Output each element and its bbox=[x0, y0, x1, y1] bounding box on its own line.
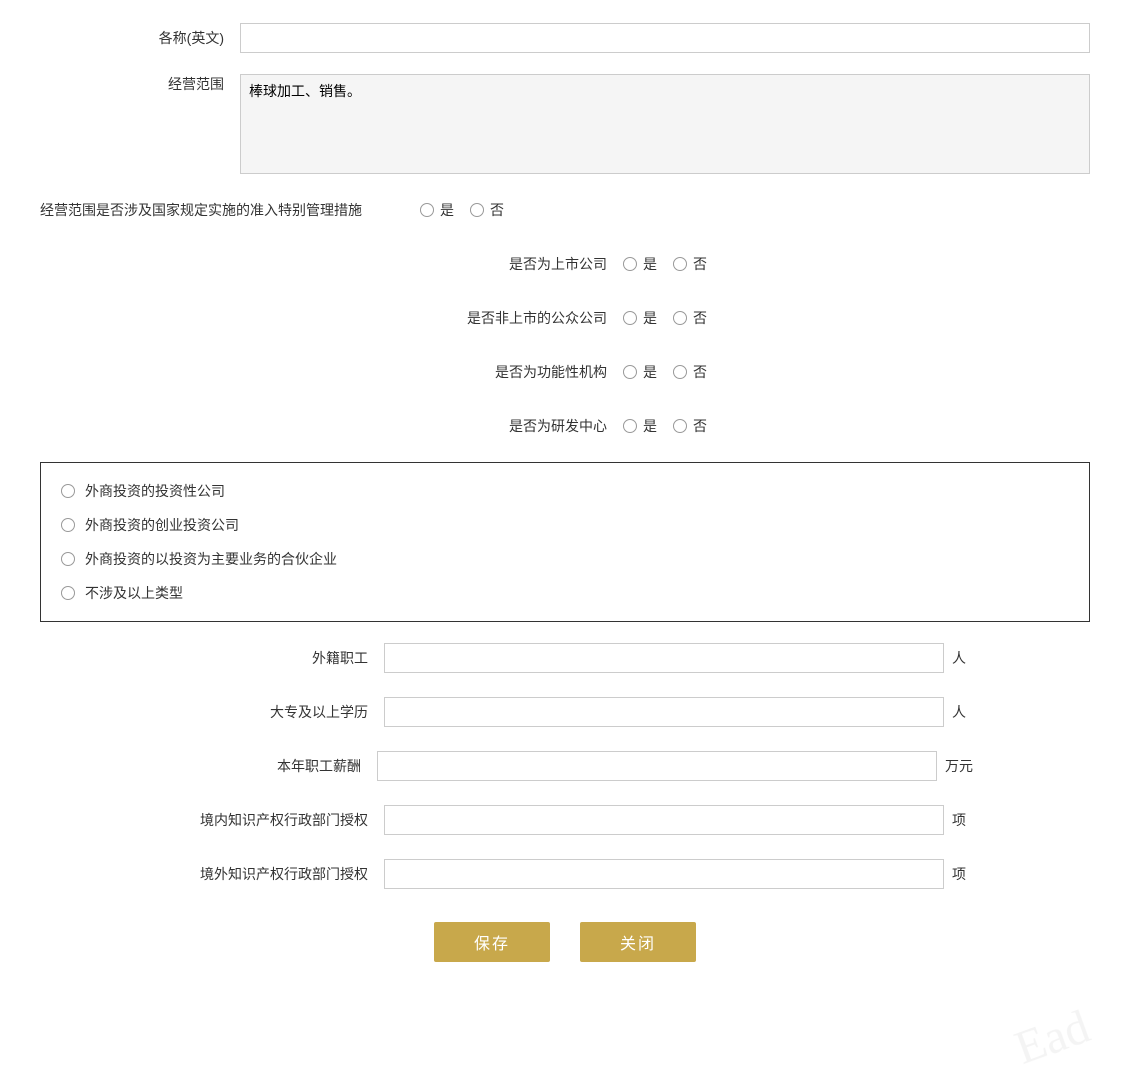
is-listed-no-radio[interactable] bbox=[673, 257, 687, 271]
foreign-employees-unit: 人 bbox=[952, 648, 966, 668]
is-functional-no-radio[interactable] bbox=[673, 365, 687, 379]
is-listed-yes-label: 是 bbox=[643, 254, 657, 274]
college-degree-row: 大专及以上学历 人 bbox=[40, 694, 1090, 730]
business-scope-textarea[interactable]: 棒球加工、销售。 bbox=[240, 74, 1090, 174]
is-rd-center-label: 是否为研发中心 bbox=[423, 416, 623, 436]
investment-type-4-radio[interactable] bbox=[61, 586, 75, 600]
business-scope-special-no[interactable]: 否 bbox=[470, 200, 504, 220]
business-scope-special-row: 经营范围是否涉及国家规定实施的准入特别管理措施 是 否 bbox=[40, 192, 1090, 228]
investment-type-2[interactable]: 外商投资的创业投资公司 bbox=[61, 515, 1069, 535]
college-degree-input[interactable] bbox=[384, 697, 944, 727]
save-button[interactable]: 保存 bbox=[434, 922, 550, 962]
is-public-unlisted-yes[interactable]: 是 bbox=[623, 308, 657, 328]
foreign-ip-unit: 项 bbox=[952, 864, 966, 884]
is-listed-yes-radio[interactable] bbox=[623, 257, 637, 271]
investment-type-4[interactable]: 不涉及以上类型 bbox=[61, 583, 1069, 603]
is-functional-yes-label: 是 bbox=[643, 362, 657, 382]
form-container: 各称(英文) 经营范围 棒球加工、销售。 经营范围是否涉及国家规定实施的准入特别… bbox=[40, 20, 1090, 962]
name-en-label: 各称(英文) bbox=[40, 28, 240, 48]
is-listed-no[interactable]: 否 bbox=[673, 254, 707, 274]
investment-type-1-radio[interactable] bbox=[61, 484, 75, 498]
foreign-employees-input[interactable] bbox=[384, 643, 944, 673]
annual-salary-row: 本年职工薪酬 万元 bbox=[40, 748, 1090, 784]
is-functional-yes-radio[interactable] bbox=[623, 365, 637, 379]
is-rd-center-yes-label: 是 bbox=[643, 416, 657, 436]
investment-type-3-radio[interactable] bbox=[61, 552, 75, 566]
is-listed-radio-group: 是 否 bbox=[623, 254, 707, 274]
investment-type-2-radio[interactable] bbox=[61, 518, 75, 532]
business-scope-special-yes-radio[interactable] bbox=[420, 203, 434, 217]
college-degree-unit: 人 bbox=[952, 702, 966, 722]
button-area: 保存 关闭 bbox=[40, 922, 1090, 962]
close-button[interactable]: 关闭 bbox=[580, 922, 696, 962]
is-functional-radio-group: 是 否 bbox=[623, 362, 707, 382]
business-scope-special-yes[interactable]: 是 bbox=[420, 200, 454, 220]
is-rd-center-yes[interactable]: 是 bbox=[623, 416, 657, 436]
is-rd-center-no-label: 否 bbox=[693, 416, 707, 436]
investment-type-3[interactable]: 外商投资的以投资为主要业务的合伙企业 bbox=[61, 549, 1069, 569]
is-public-unlisted-yes-radio[interactable] bbox=[623, 311, 637, 325]
business-scope-special-label: 经营范围是否涉及国家规定实施的准入特别管理措施 bbox=[40, 200, 420, 220]
name-en-row: 各称(英文) bbox=[40, 20, 1090, 56]
foreign-employees-row: 外籍职工 人 bbox=[40, 640, 1090, 676]
is-public-unlisted-no-radio[interactable] bbox=[673, 311, 687, 325]
is-functional-no[interactable]: 否 bbox=[673, 362, 707, 382]
investment-type-box: 外商投资的投资性公司 外商投资的创业投资公司 外商投资的以投资为主要业务的合伙企… bbox=[40, 462, 1090, 622]
name-en-input[interactable] bbox=[240, 23, 1090, 53]
college-degree-label: 大专及以上学历 bbox=[164, 702, 384, 722]
is-listed-label: 是否为上市公司 bbox=[423, 254, 623, 274]
is-public-unlisted-label: 是否非上市的公众公司 bbox=[423, 308, 623, 328]
is-listed-yes[interactable]: 是 bbox=[623, 254, 657, 274]
business-scope-special-radio-group: 是 否 bbox=[420, 200, 504, 220]
is-listed-row: 是否为上市公司 是 否 bbox=[40, 246, 1090, 282]
foreign-ip-label: 境外知识产权行政部门授权 bbox=[164, 864, 384, 884]
is-functional-row: 是否为功能性机构 是 否 bbox=[40, 354, 1090, 390]
is-public-unlisted-row: 是否非上市的公众公司 是 否 bbox=[40, 300, 1090, 336]
domestic-ip-label: 境内知识产权行政部门授权 bbox=[164, 810, 384, 830]
is-functional-yes[interactable]: 是 bbox=[623, 362, 657, 382]
investment-type-4-label: 不涉及以上类型 bbox=[85, 583, 183, 603]
is-rd-center-no[interactable]: 否 bbox=[673, 416, 707, 436]
annual-salary-unit: 万元 bbox=[945, 756, 973, 776]
domestic-ip-input[interactable] bbox=[384, 805, 944, 835]
is-rd-center-radio-group: 是 否 bbox=[623, 416, 707, 436]
investment-type-1-label: 外商投资的投资性公司 bbox=[85, 481, 225, 501]
business-scope-special-yes-label: 是 bbox=[440, 200, 454, 220]
domestic-ip-unit: 项 bbox=[952, 810, 966, 830]
is-rd-center-no-radio[interactable] bbox=[673, 419, 687, 433]
is-listed-no-label: 否 bbox=[693, 254, 707, 274]
foreign-employees-label: 外籍职工 bbox=[164, 648, 384, 668]
annual-salary-input[interactable] bbox=[377, 751, 937, 781]
is-functional-no-label: 否 bbox=[693, 362, 707, 382]
is-functional-label: 是否为功能性机构 bbox=[423, 362, 623, 382]
watermark: Ead bbox=[1008, 999, 1097, 1076]
domestic-ip-row: 境内知识产权行政部门授权 项 bbox=[40, 802, 1090, 838]
investment-type-3-label: 外商投资的以投资为主要业务的合伙企业 bbox=[85, 549, 337, 569]
business-scope-row: 经营范围 棒球加工、销售。 bbox=[40, 74, 1090, 174]
is-rd-center-yes-radio[interactable] bbox=[623, 419, 637, 433]
annual-salary-label: 本年职工薪酬 bbox=[157, 756, 377, 776]
is-public-unlisted-no[interactable]: 否 bbox=[673, 308, 707, 328]
foreign-ip-input[interactable] bbox=[384, 859, 944, 889]
is-public-unlisted-radio-group: 是 否 bbox=[623, 308, 707, 328]
foreign-ip-row: 境外知识产权行政部门授权 项 bbox=[40, 856, 1090, 892]
investment-type-2-label: 外商投资的创业投资公司 bbox=[85, 515, 239, 535]
investment-type-1[interactable]: 外商投资的投资性公司 bbox=[61, 481, 1069, 501]
business-scope-label: 经营范围 bbox=[40, 74, 240, 94]
is-rd-center-row: 是否为研发中心 是 否 bbox=[40, 408, 1090, 444]
business-scope-special-no-radio[interactable] bbox=[470, 203, 484, 217]
business-scope-special-no-label: 否 bbox=[490, 200, 504, 220]
is-public-unlisted-yes-label: 是 bbox=[643, 308, 657, 328]
is-public-unlisted-no-label: 否 bbox=[693, 308, 707, 328]
